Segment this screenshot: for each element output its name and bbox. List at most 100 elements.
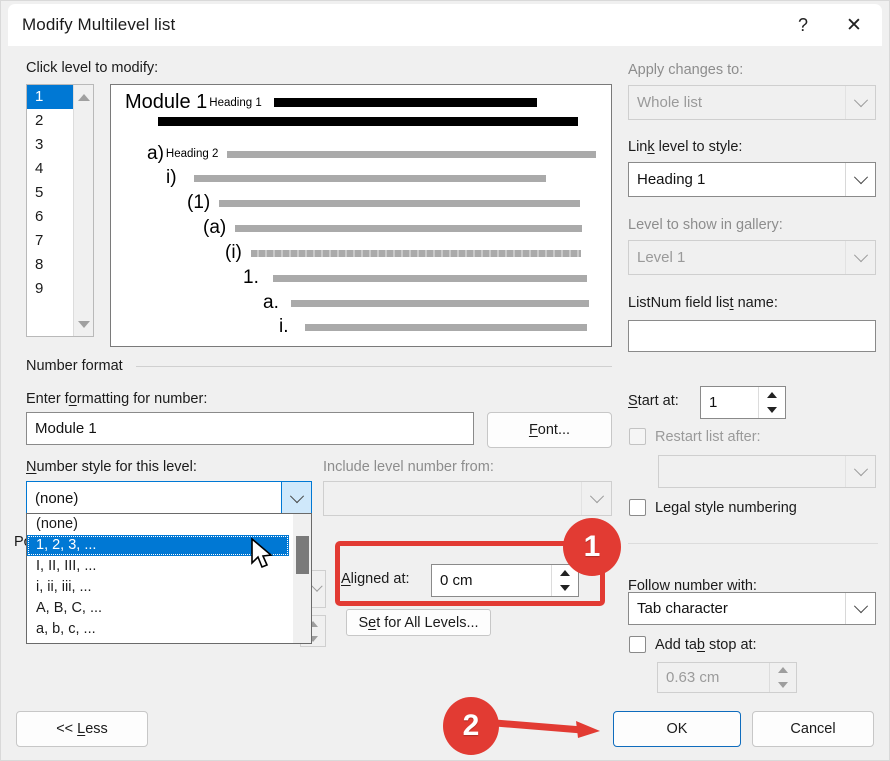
level-item[interactable]: 9 — [27, 277, 75, 301]
restart-list-after-dropdown[interactable] — [658, 455, 876, 488]
include-level-number-from-dropdown[interactable] — [323, 481, 612, 516]
cancel-button[interactable]: Cancel — [752, 711, 874, 747]
number-style-option[interactable]: a, b, c, ... — [27, 619, 311, 640]
preview-row: a) Heading 2 — [147, 143, 597, 165]
apply-changes-label: Apply changes to: — [628, 62, 744, 78]
legal-style-numbering-label: Legal style numbering — [655, 499, 797, 516]
level-item[interactable]: 8 — [27, 253, 75, 277]
help-icon[interactable]: ? — [780, 4, 826, 46]
apply-changes-to-value: Whole list — [637, 94, 703, 111]
level-list-scrollbar[interactable] — [73, 85, 93, 336]
scroll-up-arrow-icon[interactable] — [74, 87, 93, 107]
number-style-option[interactable]: 1, 2, 3, ... — [27, 535, 289, 556]
less-button[interactable]: << Less — [16, 711, 148, 747]
link-level-to-style-dropdown[interactable]: Heading 1 — [628, 162, 876, 197]
number-style-option[interactable]: I, II, III, ... — [27, 556, 311, 577]
level-item[interactable]: 2 — [27, 109, 75, 133]
restart-list-after-row[interactable]: Restart list after: — [629, 428, 761, 445]
preview-row-text-bar — [273, 98, 537, 107]
include-level-label: Include level number from: — [323, 459, 494, 475]
level-list[interactable]: 123456789 — [26, 84, 94, 337]
number-style-option[interactable]: A, B, C, ... — [27, 598, 311, 619]
listnum-field-list-name-input[interactable] — [628, 320, 876, 352]
add-tab-stop-value[interactable]: 0.63 cm — [658, 663, 769, 692]
preview-row-text-bar — [250, 249, 581, 257]
ok-button[interactable]: OK — [613, 711, 741, 747]
chevron-down-icon[interactable] — [845, 163, 875, 196]
number-style-label: Number style for this level: — [26, 459, 197, 475]
spinner-up-icon[interactable] — [770, 663, 796, 678]
preview-row: (i) — [225, 242, 581, 264]
spinner-down-icon[interactable] — [770, 677, 796, 692]
apply-changes-to-dropdown[interactable]: Whole list — [628, 85, 876, 120]
restart-list-after-checkbox[interactable] — [629, 428, 646, 445]
preview-row-number: (a) — [203, 217, 227, 238]
dropdown-scroll-thumb[interactable] — [296, 536, 309, 574]
scroll-down-arrow-icon[interactable] — [74, 314, 93, 334]
aligned-at-spinner[interactable]: 0 cm — [431, 564, 579, 597]
preview-row-text-bar — [272, 274, 587, 282]
level-item[interactable]: 7 — [27, 229, 75, 253]
preview-row-number: Module 1 — [125, 91, 208, 113]
preview-row-text-bar — [193, 174, 546, 182]
level-item[interactable]: 4 — [27, 157, 75, 181]
preview-row-number: (1) — [187, 192, 211, 213]
legal-style-numbering-row[interactable]: Legal style numbering — [629, 499, 797, 516]
follow-number-with-dropdown[interactable]: Tab character — [628, 592, 876, 625]
chevron-down-icon[interactable] — [845, 456, 875, 487]
preview-row-number: i. — [279, 316, 289, 337]
preview-row-number: i) — [166, 167, 177, 188]
level-gallery-label: Level to show in gallery: — [628, 217, 783, 233]
number-format-group-title: Number format — [26, 358, 129, 374]
chevron-down-icon[interactable] — [845, 241, 875, 274]
preview-row: (a) — [203, 217, 583, 239]
set-for-all-levels-button[interactable]: Set for All Levels... — [346, 609, 491, 636]
preview-row: 1. — [243, 267, 587, 289]
add-tab-stop-checkbox[interactable] — [629, 636, 646, 653]
spinner-up-icon[interactable] — [759, 387, 785, 403]
annotation-badge-1: 1 — [563, 518, 621, 576]
start-at-spinner[interactable]: 1 — [700, 386, 786, 419]
chevron-down-icon[interactable] — [845, 86, 875, 119]
preview-row-text-bar — [227, 150, 597, 158]
number-format-group-divider — [136, 366, 612, 367]
enter-formatting-input[interactable]: Module 1 — [26, 412, 474, 445]
preview-row-number: (i) — [225, 242, 242, 263]
font-button[interactable]: Font... — [487, 412, 612, 448]
click-level-label: Click level to modify: — [26, 60, 159, 76]
preview-row-number: a. — [263, 292, 279, 313]
enter-formatting-label: Enter formatting for number: — [26, 391, 208, 407]
preview-row: i. — [279, 316, 587, 338]
chevron-down-icon[interactable] — [581, 482, 611, 515]
level-item[interactable]: 5 — [27, 181, 75, 205]
chevron-down-icon[interactable] — [281, 482, 311, 515]
number-style-dropdown[interactable]: (none) — [26, 481, 312, 516]
title-bar: Modify Multilevel list ? ✕ — [8, 4, 882, 46]
level-item[interactable]: 1 — [27, 85, 75, 109]
level-item[interactable]: 3 — [27, 133, 75, 157]
chevron-down-icon[interactable] — [845, 593, 875, 624]
spinner-down-icon[interactable] — [759, 402, 785, 418]
level-to-show-in-gallery-dropdown[interactable]: Level 1 — [628, 240, 876, 275]
add-tab-stop-row[interactable]: Add tab stop at: — [629, 636, 757, 653]
number-style-option[interactable]: (none) — [27, 514, 311, 535]
number-style-options: (none) 1, 2, 3, ... I, II, III, ... i, ii, … — [27, 514, 311, 640]
number-style-option[interactable]: i, ii, iii, ... — [27, 577, 311, 598]
modify-multilevel-list-dialog: Modify Multilevel list ? ✕ Click level t… — [0, 0, 890, 761]
preview-row-text-bar — [290, 299, 589, 307]
right-divider — [628, 543, 878, 544]
dropdown-scrollbar[interactable] — [293, 514, 311, 643]
start-at-value[interactable]: 1 — [701, 387, 758, 418]
page-title: Modify Multilevel list — [22, 15, 176, 34]
level-item[interactable]: 6 — [27, 205, 75, 229]
level-to-show-in-gallery-value: Level 1 — [637, 249, 686, 266]
add-tab-stop-spinner[interactable]: 0.63 cm — [657, 662, 797, 693]
legal-style-numbering-checkbox[interactable] — [629, 499, 646, 516]
spinner-down-icon[interactable] — [552, 580, 578, 596]
preview-row-style: Heading 1 — [209, 96, 262, 109]
number-style-options-list[interactable]: (none) 1, 2, 3, ... I, II, III, ... i, ii, … — [26, 513, 312, 644]
restart-list-after-label: Restart list after: — [655, 428, 761, 445]
aligned-at-value[interactable]: 0 cm — [432, 565, 551, 596]
preview-row — [153, 117, 578, 126]
close-icon[interactable]: ✕ — [826, 4, 882, 46]
